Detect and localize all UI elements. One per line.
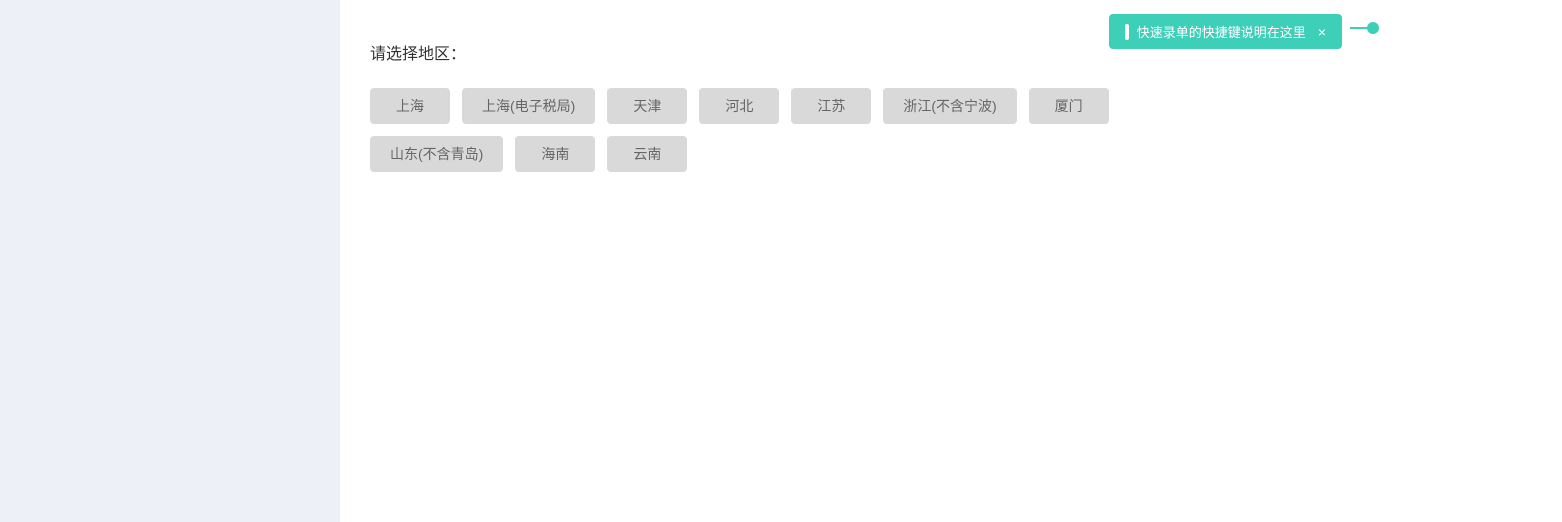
tooltip-connector-dot xyxy=(1367,22,1379,34)
section-title: 请选择地区： xyxy=(370,40,1532,64)
region-btn-shanghai-electronic[interactable]: 上海(电子税局) xyxy=(462,88,595,124)
region-btn-hebei[interactable]: 河北 xyxy=(699,88,779,124)
region-section: 请选择地区： 上海 上海(电子税局) 天津 河北 江苏 浙江(不含宁波) 厦门 … xyxy=(340,0,1562,214)
region-buttons-row-1: 上海 上海(电子税局) 天津 河北 江苏 浙江(不含宁波) 厦门 xyxy=(370,88,1532,124)
region-btn-yunnan[interactable]: 云南 xyxy=(607,136,687,172)
region-buttons-row-2: 山东(不含青岛) 海南 云南 xyxy=(370,136,1532,172)
main-content: 请选择地区： 上海 上海(电子税局) 天津 河北 江苏 浙江(不含宁波) 厦门 … xyxy=(340,0,1562,522)
region-btn-hainan[interactable]: 海南 xyxy=(515,136,595,172)
region-btn-shanghai[interactable]: 上海 xyxy=(370,88,450,124)
region-btn-jiangsu[interactable]: 江苏 xyxy=(791,88,871,124)
region-btn-tianjin[interactable]: 天津 xyxy=(607,88,687,124)
sidebar xyxy=(0,0,340,522)
tooltip-banner: 快速录单的快捷键说明在这里 × xyxy=(1109,14,1342,49)
tooltip-close-button[interactable]: × xyxy=(1318,24,1326,40)
tooltip-bar-indicator xyxy=(1125,24,1129,40)
region-btn-zhejiang[interactable]: 浙江(不含宁波) xyxy=(883,88,1016,124)
region-btn-shandong[interactable]: 山东(不含青岛) xyxy=(370,136,503,172)
tooltip-text: 快速录单的快捷键说明在这里 xyxy=(1137,22,1306,41)
region-btn-xiamen[interactable]: 厦门 xyxy=(1029,88,1109,124)
